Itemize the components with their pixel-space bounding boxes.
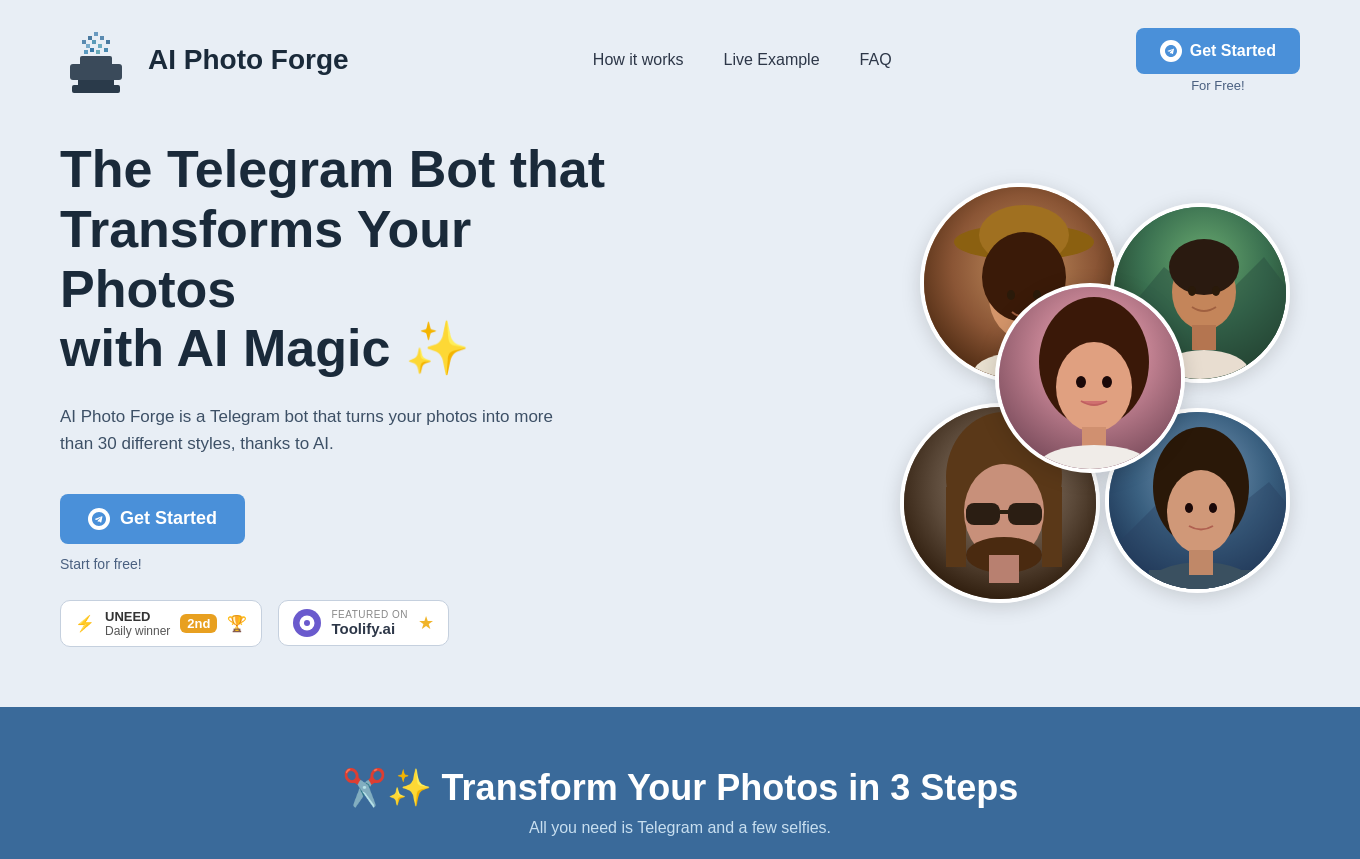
star-icon: ★	[418, 612, 434, 634]
steps-header: ✂️✨ Transform Your Photos in 3 Steps All…	[60, 767, 1300, 837]
svg-rect-57	[1189, 550, 1213, 575]
svg-rect-3	[80, 56, 112, 68]
lightning-icon: ⚡	[75, 614, 95, 633]
svg-rect-12	[104, 48, 108, 52]
svg-rect-7	[100, 36, 104, 40]
svg-rect-44	[1042, 487, 1062, 567]
toolify-badge[interactable]: FEATURED ON Toolify.ai ★	[278, 600, 448, 646]
steps-section: ✂️✨ Transform Your Photos in 3 Steps All…	[0, 707, 1360, 859]
hero-get-started-label: Get Started	[120, 508, 217, 529]
svg-point-32	[1188, 286, 1196, 296]
header-for-free: For Free!	[1191, 78, 1244, 93]
main-nav: How it works Live Example FAQ	[593, 51, 892, 69]
svg-rect-6	[94, 32, 98, 36]
logo-icon	[60, 20, 132, 100]
svg-rect-49	[1000, 510, 1008, 514]
trophy-icon: 🏆	[227, 614, 247, 633]
badges-area: ⚡ UNEED Daily winner 2nd 🏆 FEATURED ON T…	[60, 600, 660, 647]
telegram-icon-hero	[88, 508, 110, 530]
nav-how-it-works[interactable]: How it works	[593, 51, 684, 69]
svg-rect-9	[86, 44, 90, 48]
featured-on-label: FEATURED ON	[331, 609, 407, 620]
svg-rect-4	[82, 40, 86, 44]
header-get-started-button[interactable]: Get Started	[1136, 28, 1300, 74]
uneed-text: UNEED Daily winner	[105, 609, 170, 638]
nav-faq[interactable]: FAQ	[860, 51, 892, 69]
svg-rect-11	[98, 44, 102, 48]
svg-point-33	[1212, 286, 1220, 296]
toolify-brand-label: Toolify.ai	[331, 620, 407, 637]
uneed-badge[interactable]: ⚡ UNEED Daily winner 2nd 🏆	[60, 600, 262, 647]
svg-rect-8	[106, 40, 110, 44]
uneed-rank-badge: 2nd	[180, 614, 217, 633]
svg-point-39	[1076, 376, 1086, 388]
hero-left: The Telegram Bot that Transforms Your Ph…	[60, 140, 660, 647]
svg-rect-10	[92, 40, 96, 44]
uneed-brand-label: UNEED	[105, 609, 170, 624]
svg-rect-13	[84, 50, 88, 54]
hero-get-started-button[interactable]: Get Started	[60, 494, 245, 544]
telegram-icon-header	[1160, 40, 1182, 62]
hero-section: The Telegram Bot that Transforms Your Ph…	[0, 120, 1360, 707]
svg-point-36	[1056, 342, 1132, 432]
svg-rect-48	[1008, 503, 1042, 525]
svg-rect-30	[1192, 325, 1216, 350]
hero-title-line3: with AI Magic ✨	[60, 319, 470, 377]
logo-area: AI Photo Forge	[60, 20, 349, 100]
steps-title: ✂️✨ Transform Your Photos in 3 Steps	[60, 767, 1300, 809]
start-for-free-text: Start for free!	[60, 556, 660, 572]
header-cta: Get Started For Free!	[1136, 28, 1300, 93]
logo-title: AI Photo Forge	[148, 44, 349, 76]
hero-title-line2: Transforms Your Photos	[60, 200, 471, 318]
svg-point-58	[1185, 503, 1193, 513]
hero-title-line1: The Telegram Bot that	[60, 140, 605, 198]
header: AI Photo Forge How it works Live Example…	[0, 0, 1360, 120]
svg-point-54	[1167, 470, 1235, 554]
svg-rect-14	[90, 48, 94, 52]
header-get-started-label: Get Started	[1190, 42, 1276, 60]
svg-point-24	[1007, 290, 1015, 300]
toolify-text: FEATURED ON Toolify.ai	[331, 609, 407, 637]
hero-title: The Telegram Bot that Transforms Your Ph…	[60, 140, 660, 379]
hero-photo-collage	[880, 183, 1300, 603]
svg-rect-15	[96, 50, 100, 54]
svg-point-59	[1209, 503, 1217, 513]
uneed-sub-label: Daily winner	[105, 624, 170, 638]
svg-rect-43	[946, 487, 966, 567]
nav-live-example[interactable]: Live Example	[724, 51, 820, 69]
hero-subtitle: AI Photo Forge is a Telegram bot that tu…	[60, 403, 580, 457]
steps-subtitle: All you need is Telegram and a few selfi…	[60, 819, 1300, 837]
svg-rect-50	[989, 555, 1019, 583]
steps-icon: ✂️✨	[342, 767, 442, 808]
svg-rect-1	[72, 85, 120, 93]
toolify-icon	[293, 609, 321, 637]
photo-circle-center-woman	[995, 283, 1185, 473]
svg-point-40	[1102, 376, 1112, 388]
svg-rect-5	[88, 36, 92, 40]
svg-point-29	[1169, 239, 1239, 295]
svg-rect-47	[966, 503, 1000, 525]
